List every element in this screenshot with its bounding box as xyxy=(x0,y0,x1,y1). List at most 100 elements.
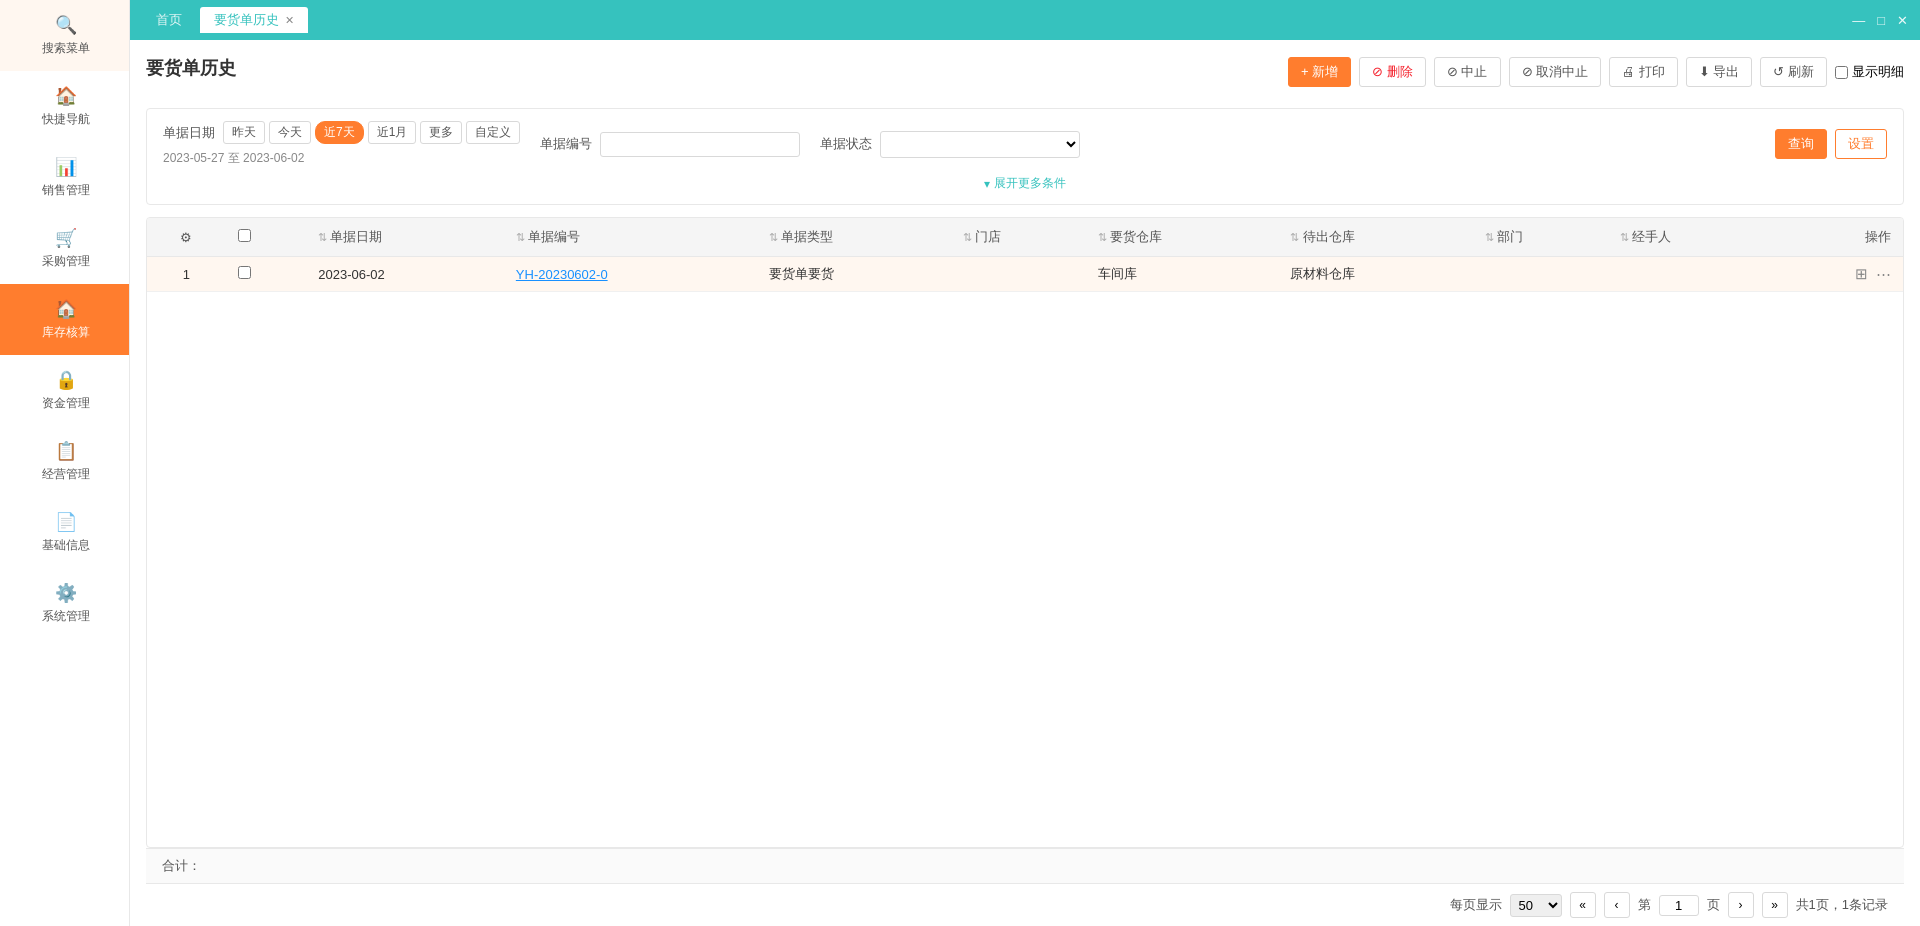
cell-handler xyxy=(1608,257,1772,292)
inventory-icon: 🏠 xyxy=(55,298,77,320)
per-page-select[interactable]: 2050100 xyxy=(1510,894,1562,917)
refresh-button[interactable]: ↺ 刷新 xyxy=(1760,57,1827,87)
sidebar-item-operations[interactable]: 📋 经营管理 xyxy=(0,426,129,497)
next-page-button[interactable]: › xyxy=(1728,892,1754,918)
date-buttons: 昨天今天近7天近1月更多自定义 xyxy=(223,121,520,144)
cancel-stop-button[interactable]: ⊘ 取消中止 xyxy=(1509,57,1602,87)
total-info: 共1页，1条记录 xyxy=(1796,896,1888,914)
date-btn-自定义[interactable]: 自定义 xyxy=(466,121,520,144)
col-header-bill_type: ⇅ 单据类型 xyxy=(757,218,951,257)
minimize-button[interactable]: — xyxy=(1852,13,1865,28)
col-header-department: ⇅ 部门 xyxy=(1473,218,1608,257)
sidebar-item-quick-nav[interactable]: 🏠 快捷导航 xyxy=(0,71,129,142)
sort-icon-bill_date: ⇅ xyxy=(318,231,330,243)
page-title: 要货单历史 xyxy=(146,56,236,80)
cell-store xyxy=(951,257,1086,292)
date-filter-label: 单据日期 xyxy=(163,124,215,142)
col-header-handler: ⇅ 经手人 xyxy=(1608,218,1772,257)
query-button[interactable]: 查询 xyxy=(1775,129,1827,159)
sort-icon-pending_warehouse: ⇅ xyxy=(1290,231,1302,243)
expand-more-row: ▾ 展开更多条件 xyxy=(163,175,1887,192)
cell-department xyxy=(1473,257,1608,292)
prev-page-button[interactable]: ‹ xyxy=(1604,892,1630,918)
page-unit: 页 xyxy=(1707,896,1720,914)
bill-no-input[interactable] xyxy=(600,132,800,157)
current-page-prefix: 第 xyxy=(1638,896,1651,914)
setting-button[interactable]: 设置 xyxy=(1835,129,1887,159)
col-header-settings[interactable]: ⚙ xyxy=(147,218,226,257)
more-action-icon[interactable]: ⋯ xyxy=(1876,265,1891,283)
sort-icon-bill_no: ⇅ xyxy=(516,231,528,243)
sidebar-item-purchase[interactable]: 🛒 采购管理 xyxy=(0,213,129,284)
new-button[interactable]: + 新增 xyxy=(1288,57,1351,87)
sidebar-item-basic-info[interactable]: 📄 基础信息 xyxy=(0,497,129,568)
tab-requisition-history[interactable]: 要货单历史✕ xyxy=(200,7,308,33)
first-page-button[interactable]: « xyxy=(1570,892,1596,918)
top-bar-right: — □ ✕ xyxy=(1852,13,1908,28)
cell-checkbox xyxy=(226,257,307,292)
date-btn-近7天[interactable]: 近7天 xyxy=(315,121,364,144)
date-btn-更多[interactable]: 更多 xyxy=(420,121,462,144)
cell-bill_type: 要货单要货 xyxy=(757,257,951,292)
sidebar-item-label: 销售管理 xyxy=(42,182,90,199)
date-btn-近1月[interactable]: 近1月 xyxy=(368,121,417,144)
sort-icon-handler: ⇅ xyxy=(1620,231,1632,243)
pagination-bar: 每页显示 2050100 « ‹ 第 页 › » 共1页，1条记录 xyxy=(146,883,1904,926)
expand-more-label: 展开更多条件 xyxy=(994,175,1066,192)
sidebar-item-label: 经营管理 xyxy=(42,466,90,483)
print-button[interactable]: 🖨 打印 xyxy=(1609,57,1678,87)
col-header-checkbox[interactable] xyxy=(226,218,307,257)
sidebar-item-system[interactable]: ⚙️ 系统管理 xyxy=(0,568,129,639)
tab-close-requisition-history[interactable]: ✕ xyxy=(285,14,294,27)
date-filter-group: 单据日期 昨天今天近7天近1月更多自定义 2023-05-27 至 2023-0… xyxy=(163,121,520,167)
per-page-label: 每页显示 xyxy=(1450,896,1502,914)
date-range-display: 2023-05-27 至 2023-06-02 xyxy=(163,150,520,167)
display-detail-label: 显示明细 xyxy=(1852,63,1904,81)
display-detail-toggle[interactable]: 显示明细 xyxy=(1835,63,1904,81)
sidebar-item-inventory[interactable]: 🏠 库存核算 xyxy=(0,284,129,355)
col-header-bill_no: ⇅ 单据编号 xyxy=(504,218,757,257)
date-btn-昨天[interactable]: 昨天 xyxy=(223,121,265,144)
sidebar-item-label: 快捷导航 xyxy=(42,111,90,128)
col-header-actions: 操作 xyxy=(1772,218,1903,257)
sidebar-item-sales[interactable]: 📊 销售管理 xyxy=(0,142,129,213)
sidebar-item-label: 系统管理 xyxy=(42,608,90,625)
view-action-icon[interactable]: ⊞ xyxy=(1855,265,1868,283)
date-btn-今天[interactable]: 今天 xyxy=(269,121,311,144)
bill-no-filter: 单据编号 xyxy=(540,132,800,157)
expand-more-button[interactable]: ▾ 展开更多条件 xyxy=(984,175,1066,192)
current-page-input[interactable] xyxy=(1659,895,1699,916)
maximize-button[interactable]: □ xyxy=(1877,13,1885,28)
bill-status-select[interactable] xyxy=(880,131,1080,158)
data-table: ⚙⇅ 单据日期⇅ 单据编号⇅ 单据类型⇅ 门店⇅ 要货仓库⇅ 待出仓库⇅ 部门⇅… xyxy=(147,218,1903,292)
system-icon: ⚙️ xyxy=(55,582,77,604)
select-all-checkbox[interactable] xyxy=(238,229,251,242)
table-settings-icon[interactable]: ⚙ xyxy=(180,230,192,245)
filter-row: 单据日期 昨天今天近7天近1月更多自定义 2023-05-27 至 2023-0… xyxy=(163,121,1887,167)
export-button[interactable]: ⬇ 导出 xyxy=(1686,57,1753,87)
sidebar-item-label: 搜索菜单 xyxy=(42,40,90,57)
last-page-button[interactable]: » xyxy=(1762,892,1788,918)
bill-no-link[interactable]: YH-20230602-0 xyxy=(516,267,608,282)
stop-button[interactable]: ⊘ 中止 xyxy=(1434,57,1501,87)
cell-actions: ⊞ ⋯ xyxy=(1772,257,1903,292)
search-menu-icon: 🔍 xyxy=(55,14,77,36)
purchase-icon: 🛒 xyxy=(55,227,77,249)
filter-actions: 查询 设置 xyxy=(1775,129,1887,159)
sidebar-item-finance[interactable]: 🔒 资金管理 xyxy=(0,355,129,426)
col-header-bill_date: ⇅ 单据日期 xyxy=(306,218,504,257)
table-footer: 合计： xyxy=(146,848,1904,883)
delete-button[interactable]: ⊘ 删除 xyxy=(1359,57,1426,87)
cell-req_warehouse: 车间库 xyxy=(1086,257,1278,292)
table-body: 12023-06-02YH-20230602-0要货单要货车间库原材料仓库 ⊞ … xyxy=(147,257,1903,292)
table-wrapper: ⚙⇅ 单据日期⇅ 单据编号⇅ 单据类型⇅ 门店⇅ 要货仓库⇅ 待出仓库⇅ 部门⇅… xyxy=(146,217,1904,848)
sidebar-item-search-menu[interactable]: 🔍 搜索菜单 xyxy=(0,0,129,71)
close-button[interactable]: ✕ xyxy=(1897,13,1908,28)
total-label: 合计： xyxy=(162,857,201,875)
sort-icon-store: ⇅ xyxy=(963,231,975,243)
tab-home[interactable]: 首页 xyxy=(142,7,196,33)
cell-settings: 1 xyxy=(147,257,226,292)
sort-icon-department: ⇅ xyxy=(1485,231,1497,243)
display-detail-checkbox[interactable] xyxy=(1835,66,1848,79)
row-checkbox[interactable] xyxy=(238,266,251,279)
